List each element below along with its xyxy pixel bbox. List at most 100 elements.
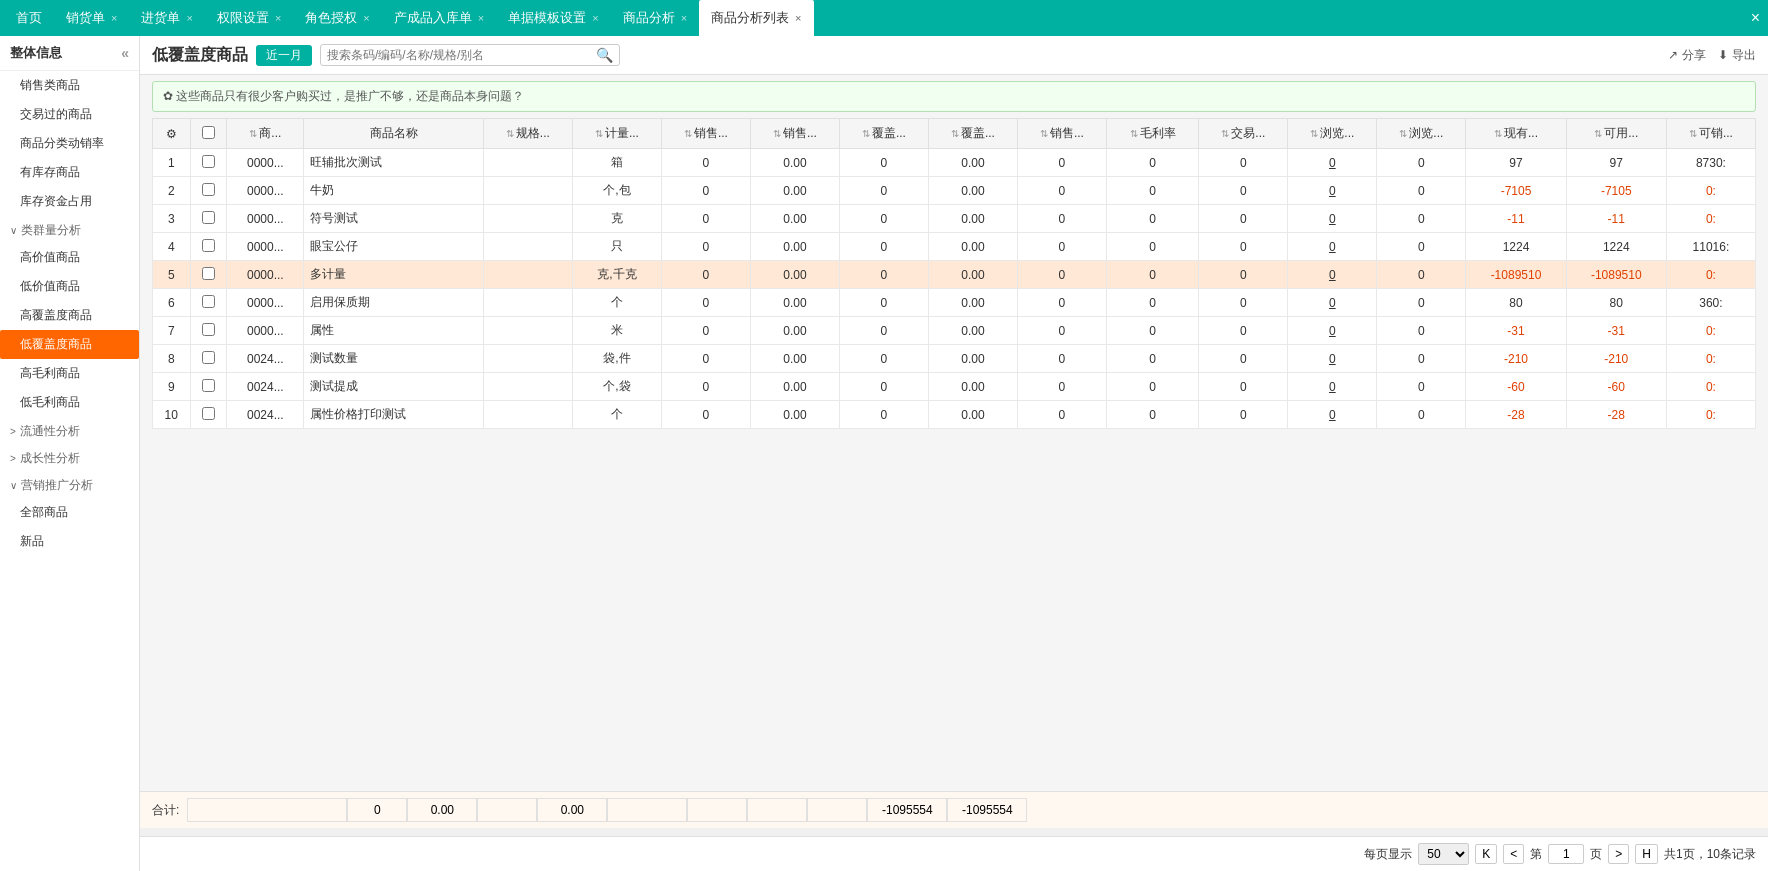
row-select-checkbox[interactable] xyxy=(202,267,215,280)
row-checkbox[interactable] xyxy=(190,345,227,373)
prev-page-btn[interactable]: < xyxy=(1503,844,1524,864)
sidebar-item-low-coverage[interactable]: 低覆盖度商品 xyxy=(0,330,139,359)
sidebar-item-sales-goods[interactable]: 销售类商品 xyxy=(0,71,139,100)
row-select-checkbox[interactable] xyxy=(202,211,215,224)
sidebar-item-high-margin[interactable]: 高毛利商品 xyxy=(0,359,139,388)
sidebar-item-traded-goods[interactable]: 交易过的商品 xyxy=(0,100,139,129)
search-input[interactable] xyxy=(327,48,596,62)
nav-sales-order[interactable]: 销货单 × xyxy=(54,0,129,36)
row-browse1[interactable]: 0 xyxy=(1288,205,1377,233)
sidebar-section-quantity[interactable]: ∨ 类群量分析 xyxy=(0,216,139,243)
row-select-checkbox[interactable] xyxy=(202,351,215,364)
nav-product-analysis[interactable]: 商品分析 × xyxy=(611,0,699,36)
col-browse2[interactable]: ⇅浏览... xyxy=(1377,119,1466,149)
close-icon[interactable]: × xyxy=(275,0,281,36)
row-select-checkbox[interactable] xyxy=(202,379,215,392)
col-browse1[interactable]: ⇅浏览... xyxy=(1288,119,1377,149)
row-browse1[interactable]: 0 xyxy=(1288,289,1377,317)
row-select-checkbox[interactable] xyxy=(202,239,215,252)
col-cover2[interactable]: ⇅覆盖... xyxy=(928,119,1017,149)
sidebar-item-high-coverage[interactable]: 高覆盖度商品 xyxy=(0,301,139,330)
export-btn[interactable]: ⬇ 导出 xyxy=(1718,47,1756,64)
row-browse1[interactable]: 0 xyxy=(1288,345,1377,373)
row-checkbox[interactable] xyxy=(190,205,227,233)
row-select-checkbox[interactable] xyxy=(202,323,215,336)
row-checkbox[interactable] xyxy=(190,373,227,401)
row-select-checkbox[interactable] xyxy=(202,183,215,196)
col-settings[interactable]: ⚙ xyxy=(153,119,191,149)
close-icon[interactable]: × xyxy=(681,0,687,36)
row-browse1[interactable]: 0 xyxy=(1288,177,1377,205)
search-icon[interactable]: 🔍 xyxy=(596,47,613,63)
nav-role-auth[interactable]: 角色授权 × xyxy=(293,0,381,36)
sidebar-item-new-goods[interactable]: 新品 xyxy=(0,527,139,556)
row-browse1[interactable]: 0 xyxy=(1288,373,1377,401)
row-checkbox[interactable] xyxy=(190,289,227,317)
col-unit[interactable]: ⇅计量... xyxy=(572,119,661,149)
row-checkbox[interactable] xyxy=(190,317,227,345)
close-icon[interactable]: × xyxy=(478,0,484,36)
col-spec[interactable]: ⇅规格... xyxy=(483,119,572,149)
col-name[interactable]: 商品名称 xyxy=(304,119,484,149)
nav-purchase-order[interactable]: 进货单 × xyxy=(129,0,204,36)
col-sales-qty[interactable]: ⇅销售... xyxy=(661,119,750,149)
sidebar-item-low-margin[interactable]: 低毛利商品 xyxy=(0,388,139,417)
close-icon[interactable]: × xyxy=(363,0,369,36)
nav-product-in[interactable]: 产成品入库单 × xyxy=(382,0,496,36)
sidebar-item-low-value[interactable]: 低价值商品 xyxy=(0,272,139,301)
table-row: 3 0000... 符号测试 克 0 0.00 0 0.00 0 0 0 0 0… xyxy=(153,205,1756,233)
per-page-select[interactable]: 50 100 200 xyxy=(1418,843,1469,865)
sidebar-section-marketing[interactable]: ∨ 营销推广分析 xyxy=(0,471,139,498)
first-page-btn[interactable]: K xyxy=(1475,844,1497,864)
col-cover1[interactable]: ⇅覆盖... xyxy=(839,119,928,149)
row-browse1[interactable]: 0 xyxy=(1288,149,1377,177)
last-page-btn[interactable]: H xyxy=(1635,844,1658,864)
table-row: 4 0000... 眼宝公仔 只 0 0.00 0 0.00 0 0 0 0 0… xyxy=(153,233,1756,261)
row-browse1[interactable]: 0 xyxy=(1288,233,1377,261)
sidebar-item-category-rate[interactable]: 商品分类动销率 xyxy=(0,129,139,158)
sidebar-item-in-stock[interactable]: 有库存商品 xyxy=(0,158,139,187)
row-browse1[interactable]: 0 xyxy=(1288,261,1377,289)
row-checkbox[interactable] xyxy=(190,233,227,261)
row-select-checkbox[interactable] xyxy=(202,295,215,308)
close-icon[interactable]: × xyxy=(795,0,801,36)
col-gross[interactable]: ⇅毛利率 xyxy=(1106,119,1198,149)
nav-product-analysis-list[interactable]: 商品分析列表 × xyxy=(699,0,813,36)
row-checkbox[interactable] xyxy=(190,401,227,429)
col-code[interactable]: ⇅商... xyxy=(227,119,304,149)
row-browse1[interactable]: 0 xyxy=(1288,317,1377,345)
row-select-checkbox[interactable] xyxy=(202,407,215,420)
sidebar-item-high-value[interactable]: 高价值商品 xyxy=(0,243,139,272)
col-sales-amt[interactable]: ⇅销售... xyxy=(750,119,839,149)
window-close-icon[interactable]: × xyxy=(1751,9,1760,27)
sidebar-item-stock-fund[interactable]: 库存资金占用 xyxy=(0,187,139,216)
close-icon[interactable]: × xyxy=(111,0,117,36)
sidebar-collapse-btn[interactable]: « xyxy=(121,45,129,61)
share-btn[interactable]: ↗ 分享 xyxy=(1668,47,1706,64)
next-page-btn[interactable]: > xyxy=(1608,844,1629,864)
select-all-checkbox[interactable] xyxy=(202,126,215,139)
close-icon[interactable]: × xyxy=(186,0,192,36)
nav-home[interactable]: 首页 xyxy=(4,0,54,36)
sidebar-section-growth[interactable]: > 成长性分析 xyxy=(0,444,139,471)
sidebar-item-all-goods[interactable]: 全部商品 xyxy=(0,498,139,527)
nav-template[interactable]: 单据模板设置 × xyxy=(496,0,610,36)
col-trade[interactable]: ⇅交易... xyxy=(1199,119,1288,149)
scrollbar[interactable] xyxy=(140,828,1768,836)
row-browse1[interactable]: 0 xyxy=(1288,401,1377,429)
page-number-input[interactable] xyxy=(1548,844,1584,864)
nav-permission[interactable]: 权限设置 × xyxy=(205,0,293,36)
col-checkbox[interactable] xyxy=(190,119,227,149)
page-suffix-label: 页 xyxy=(1590,846,1602,863)
row-checkbox[interactable] xyxy=(190,177,227,205)
col-avail[interactable]: ⇅可用... xyxy=(1566,119,1666,149)
time-filter-btn[interactable]: 近一月 xyxy=(256,45,312,66)
row-checkbox[interactable] xyxy=(190,149,227,177)
close-icon[interactable]: × xyxy=(592,0,598,36)
sidebar-section-liquidity[interactable]: > 流通性分析 xyxy=(0,417,139,444)
row-checkbox[interactable] xyxy=(190,261,227,289)
row-select-checkbox[interactable] xyxy=(202,155,215,168)
col-current[interactable]: ⇅现有... xyxy=(1466,119,1566,149)
col-sales2[interactable]: ⇅销售... xyxy=(1017,119,1106,149)
col-sellable[interactable]: ⇅可销... xyxy=(1666,119,1755,149)
